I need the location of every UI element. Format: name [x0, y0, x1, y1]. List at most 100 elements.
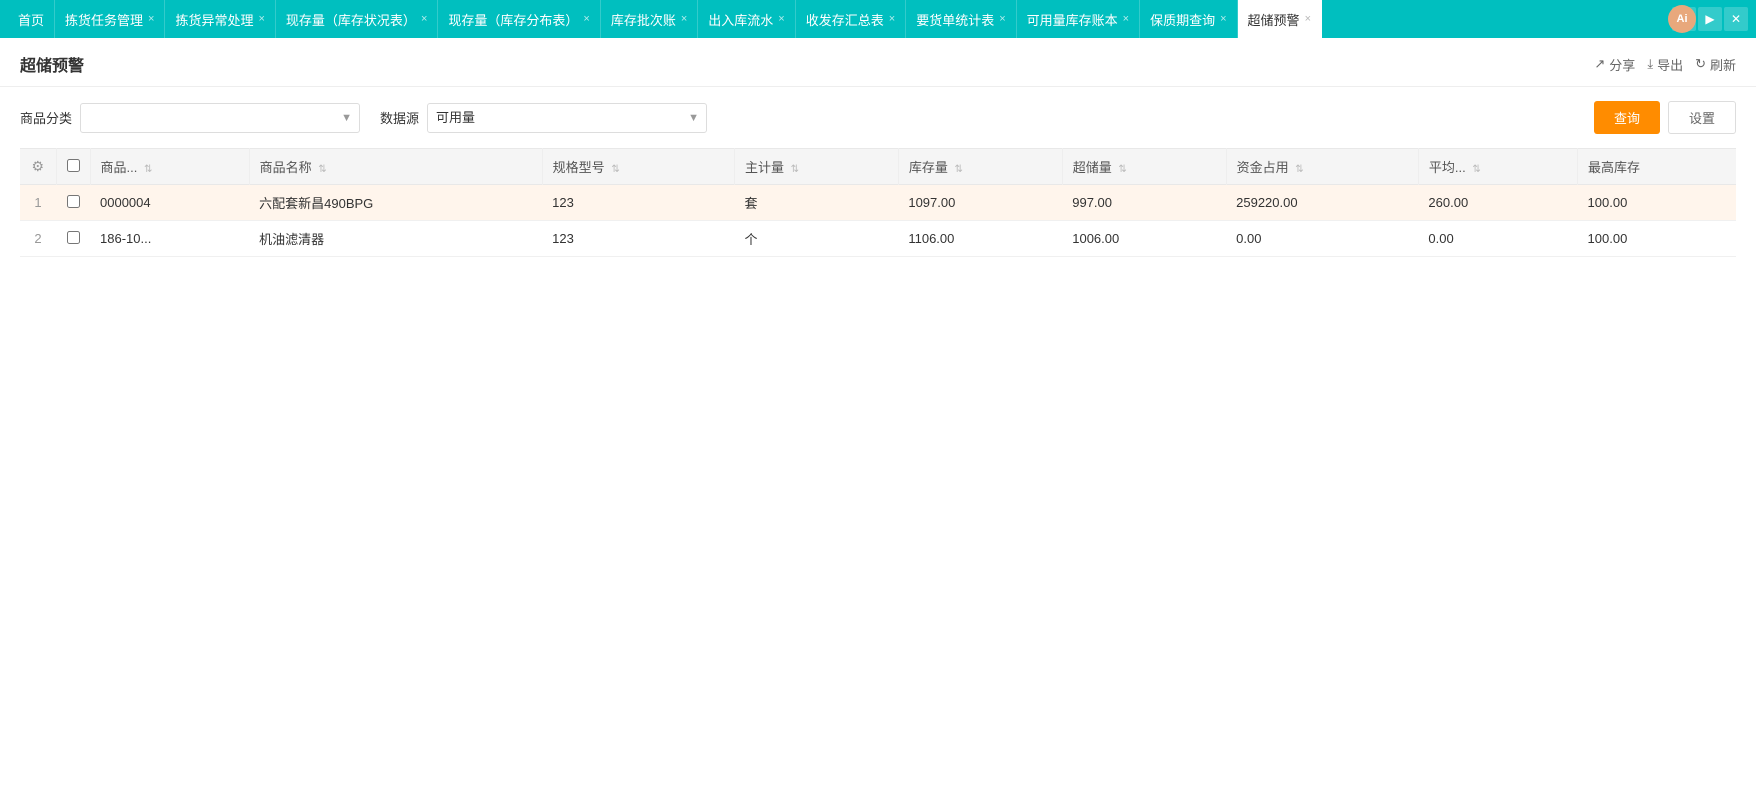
nav-close-all[interactable]: ✕: [1724, 7, 1748, 31]
close-icon[interactable]: ×: [889, 13, 895, 25]
datasource-select-wrap: 可用量 ▼: [427, 103, 707, 133]
sort-icon: ⇅: [954, 164, 962, 175]
share-icon: ↗: [1594, 56, 1605, 72]
col-avg-header[interactable]: 平均... ⇅: [1418, 149, 1577, 185]
select-all-checkbox[interactable]: [67, 159, 80, 172]
topbar-right: Ai: [1668, 0, 1696, 38]
row-name: 机油滤清器: [249, 221, 542, 257]
row-maxstock: 100.00: [1578, 185, 1736, 221]
close-icon[interactable]: ×: [778, 13, 784, 25]
table-header-row: ⚙ 商品... ⇅ 商品名称 ⇅ 规格型号 ⇅: [20, 149, 1736, 185]
refresh-icon: ↻: [1695, 56, 1706, 72]
row-avg: 0.00: [1418, 221, 1577, 257]
row-name: 六配套新昌490BPG: [249, 185, 542, 221]
export-icon: ⤓: [1647, 56, 1653, 72]
row-num: 1: [20, 185, 56, 221]
col-overstock-header[interactable]: 超储量 ⇅: [1062, 149, 1226, 185]
close-icon[interactable]: ×: [421, 13, 427, 25]
row-checkbox-cell: [56, 185, 90, 221]
close-icon[interactable]: ×: [148, 13, 154, 25]
category-select[interactable]: [80, 103, 360, 133]
col-spec-header[interactable]: 规格型号 ⇅: [542, 149, 734, 185]
row-maxstock: 100.00: [1578, 221, 1736, 257]
row-checkbox[interactable]: [67, 231, 80, 244]
filter-area: 商品分类 ▼ 数据源 可用量 ▼ 查询 设置: [0, 87, 1756, 148]
col-capital-header[interactable]: 资金占用 ⇅: [1226, 149, 1418, 185]
col-stock-header[interactable]: 库存量 ⇅: [898, 149, 1062, 185]
nav-item-abnormal[interactable]: 拣货异常处理 ×: [165, 0, 275, 38]
row-checkbox[interactable]: [67, 195, 80, 208]
table-body: 1 0000004 六配套新昌490BPG 123 套 1097.00 997.…: [20, 185, 1736, 257]
sort-icon: ⇅: [611, 164, 619, 175]
close-icon[interactable]: ×: [681, 13, 687, 25]
sort-icon: ⇅: [1118, 164, 1126, 175]
nav-item-overstock[interactable]: 超储预警 ×: [1238, 0, 1322, 38]
set-button[interactable]: 设置: [1668, 101, 1736, 134]
row-spec: 123: [542, 221, 734, 257]
nav-item-avail-stock[interactable]: 可用量库存账本 ×: [1017, 0, 1140, 38]
nav-item-task-mgmt[interactable]: 拣货任务管理 ×: [55, 0, 165, 38]
table-row: 1 0000004 六配套新昌490BPG 123 套 1097.00 997.…: [20, 185, 1736, 221]
row-stock: 1097.00: [898, 185, 1062, 221]
row-code: 0000004: [90, 185, 249, 221]
datasource-label: 数据源: [380, 108, 419, 127]
row-checkbox-cell: [56, 221, 90, 257]
sort-icon: ⇅: [144, 164, 152, 175]
nav-item-recv-send[interactable]: 收发存汇总表 ×: [796, 0, 906, 38]
row-capital: 259220.00: [1226, 185, 1418, 221]
nav-item-quality[interactable]: 保质期查询 ×: [1140, 0, 1237, 38]
header-actions: ↗ 分享 ⤓ 导出 ↻ 刷新: [1594, 55, 1736, 74]
row-unit: 个: [734, 221, 898, 257]
col-gear: ⚙: [20, 149, 56, 185]
close-icon[interactable]: ×: [583, 13, 589, 25]
nav-item-order-stat[interactable]: 要货单统计表 ×: [906, 0, 1016, 38]
sort-icon: ⇅: [318, 164, 326, 175]
filter-group-category: 商品分类 ▼: [20, 103, 360, 133]
refresh-button[interactable]: ↻ 刷新: [1695, 55, 1736, 74]
col-checkbox: [56, 149, 90, 185]
table-row: 2 186-10... 机油滤清器 123 个 1106.00 1006.00 …: [20, 221, 1736, 257]
category-label: 商品分类: [20, 108, 72, 127]
close-icon[interactable]: ×: [1305, 13, 1311, 25]
settings-gear-icon[interactable]: ⚙: [31, 158, 44, 174]
close-icon[interactable]: ×: [999, 13, 1005, 25]
row-unit: 套: [734, 185, 898, 221]
query-button[interactable]: 查询: [1594, 101, 1660, 134]
row-overstock: 1006.00: [1062, 221, 1226, 257]
row-num: 2: [20, 221, 56, 257]
filter-buttons: 查询 设置: [1594, 101, 1736, 134]
datasource-select[interactable]: 可用量: [427, 103, 707, 133]
row-capital: 0.00: [1226, 221, 1418, 257]
sort-icon: ⇅: [791, 164, 799, 175]
close-icon[interactable]: ×: [1220, 13, 1226, 25]
avatar[interactable]: Ai: [1668, 5, 1696, 33]
main-content: 超储预警 ↗ 分享 ⤓ 导出 ↻ 刷新 商品分类 ▼: [0, 38, 1756, 800]
filter-group-datasource: 数据源 可用量 ▼: [380, 103, 707, 133]
close-icon[interactable]: ×: [258, 13, 264, 25]
col-code-header[interactable]: 商品... ⇅: [90, 149, 249, 185]
col-name-header[interactable]: 商品名称 ⇅: [249, 149, 542, 185]
row-stock: 1106.00: [898, 221, 1062, 257]
nav-item-batch[interactable]: 库存批次账 ×: [601, 0, 698, 38]
row-spec: 123: [542, 185, 734, 221]
row-code: 186-10...: [90, 221, 249, 257]
nav-item-inout-flow[interactable]: 出入库流水 ×: [698, 0, 795, 38]
page-header: 超储预警 ↗ 分享 ⤓ 导出 ↻ 刷新: [0, 38, 1756, 87]
sort-icon: ⇅: [1295, 164, 1303, 175]
sort-icon: ⇅: [1472, 164, 1480, 175]
nav-item-stock-status[interactable]: 现存量（库存状况表） ×: [276, 0, 438, 38]
page-title: 超储预警: [20, 52, 84, 76]
col-unit-header[interactable]: 主计量 ⇅: [734, 149, 898, 185]
data-table: ⚙ 商品... ⇅ 商品名称 ⇅ 规格型号 ⇅: [20, 148, 1736, 257]
category-select-wrap: ▼: [80, 103, 360, 133]
top-navigation: 首页 拣货任务管理 × 拣货异常处理 × 现存量（库存状况表） × 现存量（库存…: [0, 0, 1756, 38]
table-wrap: ⚙ 商品... ⇅ 商品名称 ⇅ 规格型号 ⇅: [0, 148, 1756, 257]
export-button[interactable]: ⤓ 导出: [1647, 55, 1683, 74]
nav-item-stock-dist[interactable]: 现存量（库存分布表） ×: [438, 0, 600, 38]
nav-item-home[interactable]: 首页: [8, 0, 55, 38]
nav-right-arrow[interactable]: ▶: [1698, 7, 1722, 31]
close-icon[interactable]: ×: [1123, 13, 1129, 25]
row-avg: 260.00: [1418, 185, 1577, 221]
share-button[interactable]: ↗ 分享: [1594, 55, 1635, 74]
col-maxstock-header[interactable]: 最高库存: [1578, 149, 1736, 185]
